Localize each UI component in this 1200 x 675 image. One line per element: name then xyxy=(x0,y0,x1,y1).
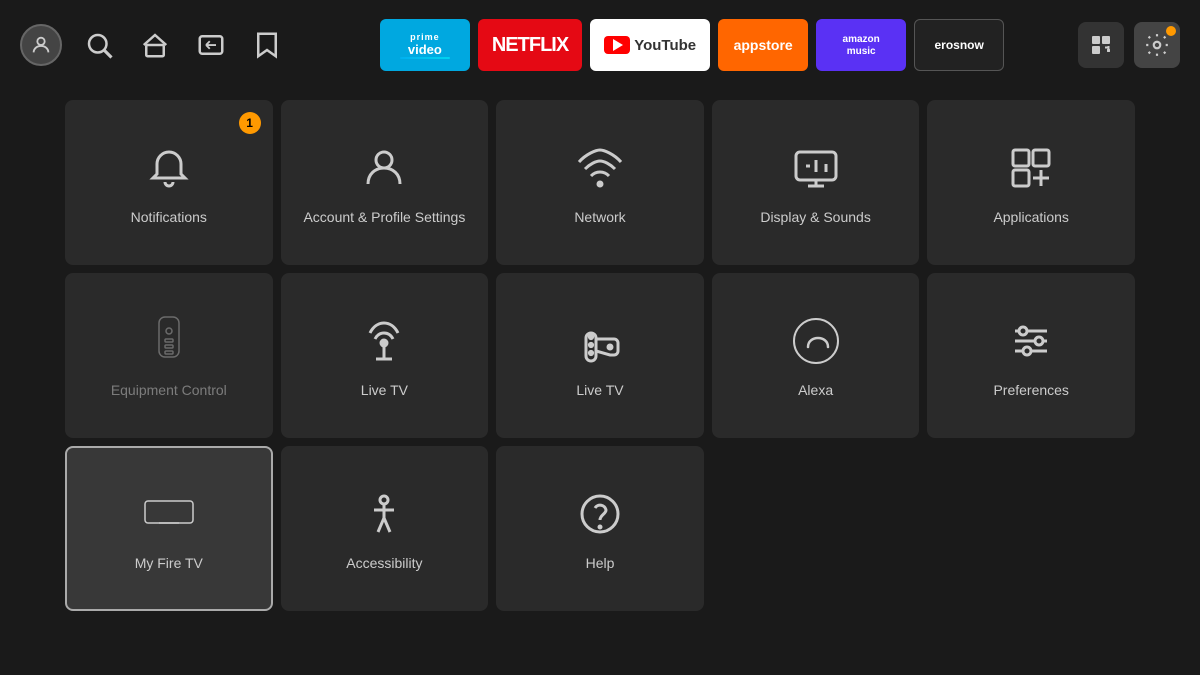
display-sounds-label: Display & Sounds xyxy=(750,208,881,226)
alexa-label: Alexa xyxy=(788,381,843,399)
accessibility-icon xyxy=(354,484,414,544)
alexa-tile[interactable]: Alexa xyxy=(712,273,920,438)
applications-label: Applications xyxy=(983,208,1079,226)
amazon-music-button[interactable]: amazon music xyxy=(816,19,906,71)
nav-icons xyxy=(20,24,286,66)
help-icon xyxy=(570,484,630,544)
notifications-badge: 1 xyxy=(239,112,261,134)
notifications-tile[interactable]: 1 Notifications xyxy=(65,100,273,265)
wifi-icon xyxy=(570,138,630,198)
controller-icon xyxy=(570,311,630,371)
appstore-button[interactable]: appstore xyxy=(718,19,808,71)
sliders-icon xyxy=(1001,311,1061,371)
remote-icon xyxy=(139,311,199,371)
all-apps-button[interactable] xyxy=(1078,22,1124,68)
live-tv-tile[interactable]: Live TV xyxy=(281,273,489,438)
account-label: Account & Profile Settings xyxy=(293,208,475,226)
display-icon xyxy=(786,138,846,198)
home-button[interactable] xyxy=(136,26,174,64)
apps-icon xyxy=(1001,138,1061,198)
bell-icon xyxy=(139,138,199,198)
alexa-icon xyxy=(786,311,846,371)
rewind-button[interactable] xyxy=(192,26,230,64)
netflix-label: NETFLIX xyxy=(492,34,568,57)
antenna-icon xyxy=(354,311,414,371)
my-fire-tv-label: My Fire TV xyxy=(125,554,213,572)
preferences-label: Preferences xyxy=(983,381,1078,399)
applications-tile[interactable]: Applications xyxy=(927,100,1135,265)
app-shortcuts: prime video NETFLIX YouTube appstore ama… xyxy=(316,19,1068,71)
help-label: Help xyxy=(576,554,625,572)
accessibility-label: Accessibility xyxy=(336,554,432,572)
account-tile[interactable]: Account & Profile Settings xyxy=(281,100,489,265)
erosnow-button[interactable]: erosnow xyxy=(914,19,1004,71)
top-bar: prime video NETFLIX YouTube appstore ama… xyxy=(0,0,1200,90)
erosnow-label: erosnow xyxy=(934,38,983,52)
equipment-control-label: Equipment Control xyxy=(101,381,237,399)
prime-video-button[interactable]: prime video xyxy=(380,19,470,71)
accessibility-tile[interactable]: Accessibility xyxy=(281,446,489,611)
search-button[interactable] xyxy=(80,26,118,64)
notifications-label: Notifications xyxy=(121,208,217,226)
netflix-button[interactable]: NETFLIX xyxy=(478,19,582,71)
network-label: Network xyxy=(564,208,635,226)
amazon-label: amazon xyxy=(843,34,880,45)
appstore-label: appstore xyxy=(734,37,793,53)
settings-button[interactable] xyxy=(1134,22,1180,68)
youtube-button[interactable]: YouTube xyxy=(590,19,710,71)
youtube-label: YouTube xyxy=(634,37,696,54)
person-icon xyxy=(354,138,414,198)
music-label: music xyxy=(847,46,876,57)
controllers-label: Live TV xyxy=(566,381,633,399)
network-tile[interactable]: Network xyxy=(496,100,704,265)
live-tv-label: Live TV xyxy=(351,381,418,399)
profile-button[interactable] xyxy=(20,24,62,66)
display-sounds-tile[interactable]: Display & Sounds xyxy=(712,100,920,265)
right-icons xyxy=(1078,22,1180,68)
firetv-icon xyxy=(139,484,199,544)
preferences-tile[interactable]: Preferences xyxy=(927,273,1135,438)
bookmark-button[interactable] xyxy=(248,26,286,64)
help-tile[interactable]: Help xyxy=(496,446,704,611)
equipment-control-tile[interactable]: Equipment Control xyxy=(65,273,273,438)
controllers-tile[interactable]: Live TV xyxy=(496,273,704,438)
settings-badge xyxy=(1166,26,1176,36)
settings-grid: 1 Notifications Account & Profile Settin… xyxy=(0,90,1200,621)
my-fire-tv-tile[interactable]: My Fire TV xyxy=(65,446,273,611)
